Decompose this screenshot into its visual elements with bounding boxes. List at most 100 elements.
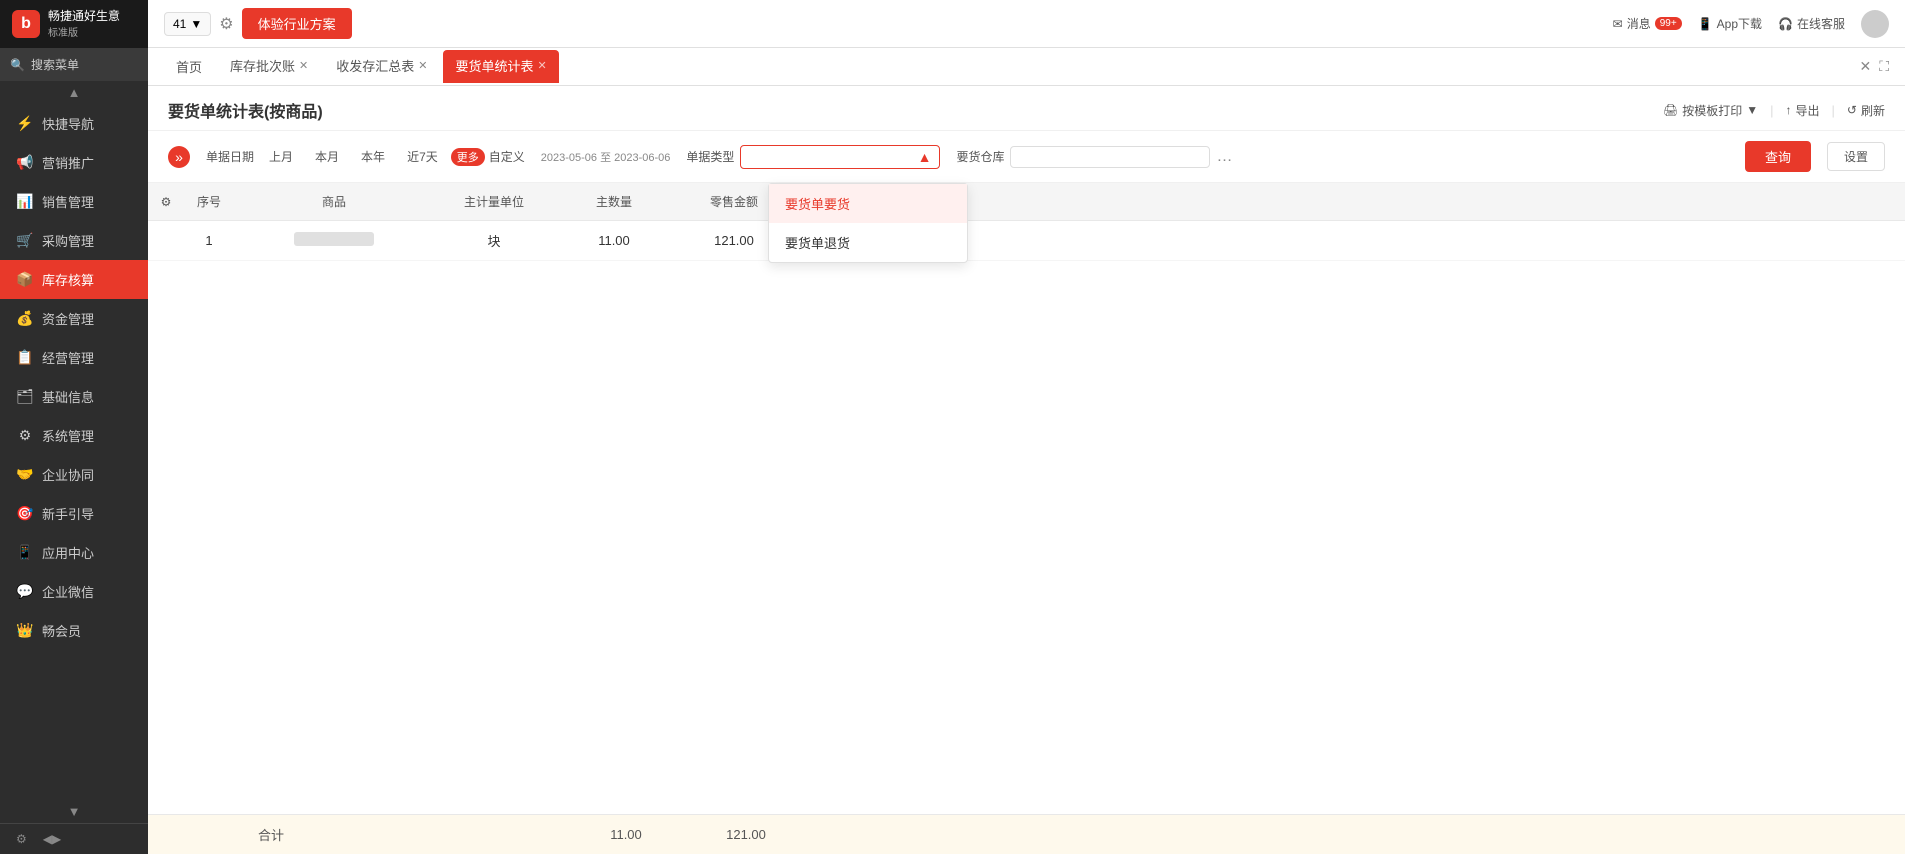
tab-receipt-summary-close[interactable]: ✕ xyxy=(418,59,427,72)
filter-settings-btn[interactable]: 设置 xyxy=(1827,142,1885,171)
sidebar-item-guide[interactable]: 🎯 新手引导 xyxy=(0,494,148,533)
page-actions: 🖨 按模板打印 ▼ | ↑ 导出 | ↺ 刷新 xyxy=(1663,102,1885,119)
refresh-icon: ↺ xyxy=(1847,103,1857,117)
warehouse-filter-group: 要货仓库 … xyxy=(956,146,1729,168)
tab-inventory-batch-close[interactable]: ✕ xyxy=(299,59,308,72)
tab-close-all-btn[interactable]: ✕ xyxy=(1859,58,1871,75)
row-settings xyxy=(148,221,184,261)
sidebar-item-enterprise[interactable]: 🤝 企业协同 xyxy=(0,455,148,494)
product-placeholder xyxy=(294,232,374,246)
sidebar-nav: ⚡ 快捷导航 📢 营销推广 📊 销售管理 🛒 采购管理 📦 库存核算 💰 资金管… xyxy=(0,104,148,800)
search-icon: 🔍 xyxy=(10,58,25,72)
app-center-icon: 📱 xyxy=(16,544,34,561)
collapse-icon[interactable]: ◀▶ xyxy=(43,832,61,846)
sidebar-item-marketing[interactable]: 📢 营销推广 xyxy=(0,143,148,182)
row-num: 1 xyxy=(184,221,234,261)
trial-button[interactable]: 体验行业方案 xyxy=(242,8,352,39)
app-name: 畅捷通好生意 xyxy=(48,9,120,25)
tab-expand-btn[interactable]: ⛶ xyxy=(1879,58,1889,75)
filter-more-dots[interactable]: … xyxy=(1216,148,1232,166)
col-qty-header: 主数量 xyxy=(554,183,674,221)
date-more-btn[interactable]: 更多 xyxy=(451,148,485,166)
sidebar-item-sales[interactable]: 📊 销售管理 xyxy=(0,182,148,221)
scroll-up-btn[interactable]: ▲ xyxy=(0,81,148,104)
messages-action[interactable]: ✉ 消息 99+ xyxy=(1613,15,1682,32)
tab-inventory-batch[interactable]: 库存批次账 ✕ xyxy=(218,50,320,83)
wechat-icon: 💬 xyxy=(16,583,34,600)
export-btn[interactable]: ↑ 导出 xyxy=(1786,102,1820,119)
chevron-up-icon[interactable]: ▲ xyxy=(918,149,932,165)
table-body: 1 块 11.00 121.00 xyxy=(148,221,1905,261)
settings-bottom-icon[interactable]: ⚙ xyxy=(16,832,27,846)
sidebar-item-inventory[interactable]: 📦 库存核算 xyxy=(0,260,148,299)
table-row: 1 块 11.00 121.00 xyxy=(148,221,1905,261)
date-cur-month-btn[interactable]: 本月 xyxy=(306,145,348,168)
store-selector[interactable]: 41 ▼ xyxy=(164,12,211,36)
base-info-icon: 🗂 xyxy=(16,388,34,405)
tab-receipt-summary[interactable]: 收发存汇总表 ✕ xyxy=(324,50,439,83)
dropdown-item-order-request[interactable]: 要货单要货 xyxy=(769,184,967,223)
row-product xyxy=(234,221,434,261)
col-num-header: 序号 xyxy=(184,183,234,221)
sidebar-search[interactable]: 🔍 搜索菜单 xyxy=(0,48,148,81)
type-input-wrap[interactable]: ▲ xyxy=(740,145,940,169)
footer-price: 121.00 xyxy=(686,827,806,842)
date-filter-group: 单据日期 上月 本月 本年 近7天 更多 自定义 xyxy=(206,145,525,168)
purchase-icon: 🛒 xyxy=(16,232,34,249)
filter-area: » 单据日期 上月 本月 本年 近7天 更多 自定义 2023-05-06 至 … xyxy=(148,131,1905,183)
query-button[interactable]: 查询 xyxy=(1745,141,1811,172)
operations-icon: 📋 xyxy=(16,349,34,366)
table-header-row: ⚙ 序号 商品 主计量单位 主数量 零售金额 xyxy=(148,183,1905,221)
enterprise-icon: 🤝 xyxy=(16,466,34,483)
data-table: ⚙ 序号 商品 主计量单位 主数量 零售金额 1 xyxy=(148,183,1905,261)
sidebar-item-purchase[interactable]: 🛒 采购管理 xyxy=(0,221,148,260)
sidebar-item-base-info[interactable]: 🗂 基础信息 xyxy=(0,377,148,416)
user-avatar[interactable] xyxy=(1861,10,1889,38)
logo-icon: b xyxy=(12,10,40,38)
col-product-header: 商品 xyxy=(234,183,434,221)
page-content: 要货单统计表(按商品) 🖨 按模板打印 ▼ | ↑ 导出 | ↺ 刷新 xyxy=(148,86,1905,854)
topbar: 41 ▼ ⚙ 体验行业方案 ✉ 消息 99+ 📱 App下载 🎧 在线客服 xyxy=(148,0,1905,48)
date-shortcuts: 上月 本月 本年 近7天 更多 自定义 xyxy=(260,145,525,168)
type-filter-group: 单据类型 ▲ xyxy=(686,145,940,169)
refresh-btn[interactable]: ↺ 刷新 xyxy=(1847,102,1885,119)
table-footer: 合计 11.00 121.00 xyxy=(148,814,1905,854)
sidebar-item-app-center[interactable]: 📱 应用中心 xyxy=(0,533,148,572)
sidebar-item-wechat[interactable]: 💬 企业微信 xyxy=(0,572,148,611)
guide-icon: 🎯 xyxy=(16,505,34,522)
col-settings-header[interactable]: ⚙ xyxy=(148,183,184,221)
dropdown-item-order-return[interactable]: 要货单退货 xyxy=(769,223,967,262)
table-header: ⚙ 序号 商品 主计量单位 主数量 零售金额 xyxy=(148,183,1905,221)
filter-expand-btn[interactable]: » xyxy=(168,146,190,168)
chevron-down-icon: ▼ xyxy=(190,17,202,31)
warehouse-input[interactable] xyxy=(1010,146,1210,168)
app-download-action[interactable]: 📱 App下载 xyxy=(1698,15,1762,32)
tab-home[interactable]: 首页 xyxy=(164,51,214,82)
scroll-down-btn[interactable]: ▼ xyxy=(0,800,148,823)
messages-badge: 99+ xyxy=(1655,17,1682,30)
sidebar-bottom: ⚙ ◀▶ xyxy=(0,823,148,854)
export-icon: ↑ xyxy=(1786,103,1792,117)
date-custom-btn[interactable]: 自定义 xyxy=(489,148,525,165)
sidebar-item-vip[interactable]: 👑 畅会员 xyxy=(0,611,148,650)
sidebar: b 畅捷通好生意 标准版 🔍 搜索菜单 ▲ ⚡ 快捷导航 📢 营销推广 📊 销售… xyxy=(0,0,148,854)
tab-order-stats[interactable]: 要货单统计表 ✕ xyxy=(443,50,558,83)
page-header: 要货单统计表(按商品) 🖨 按模板打印 ▼ | ↑ 导出 | ↺ 刷新 xyxy=(148,86,1905,131)
sidebar-item-quick-nav[interactable]: ⚡ 快捷导航 xyxy=(0,104,148,143)
footer-label: 合计 xyxy=(246,825,446,844)
print-icon: 🖨 xyxy=(1663,103,1678,117)
type-input[interactable] xyxy=(749,150,917,164)
date-cur-year-btn[interactable]: 本年 xyxy=(352,145,394,168)
date-7days-btn[interactable]: 近7天 xyxy=(398,145,447,168)
sidebar-item-operations[interactable]: 📋 经营管理 xyxy=(0,338,148,377)
sidebar-item-system[interactable]: ⚙ 系统管理 xyxy=(0,416,148,455)
topbar-settings-icon[interactable]: ⚙ xyxy=(219,14,233,34)
print-template-btn[interactable]: 🖨 按模板打印 ▼ xyxy=(1663,102,1758,119)
tab-order-stats-close[interactable]: ✕ xyxy=(538,59,547,72)
sidebar-item-finance[interactable]: 💰 资金管理 xyxy=(0,299,148,338)
date-prev-month-btn[interactable]: 上月 xyxy=(260,145,302,168)
chevron-down-print-icon: ▼ xyxy=(1746,103,1758,117)
type-dropdown: 要货单要货 要货单退货 xyxy=(768,183,968,263)
col-unit-header: 主计量单位 xyxy=(434,183,554,221)
online-service-action[interactable]: 🎧 在线客服 xyxy=(1778,15,1845,32)
